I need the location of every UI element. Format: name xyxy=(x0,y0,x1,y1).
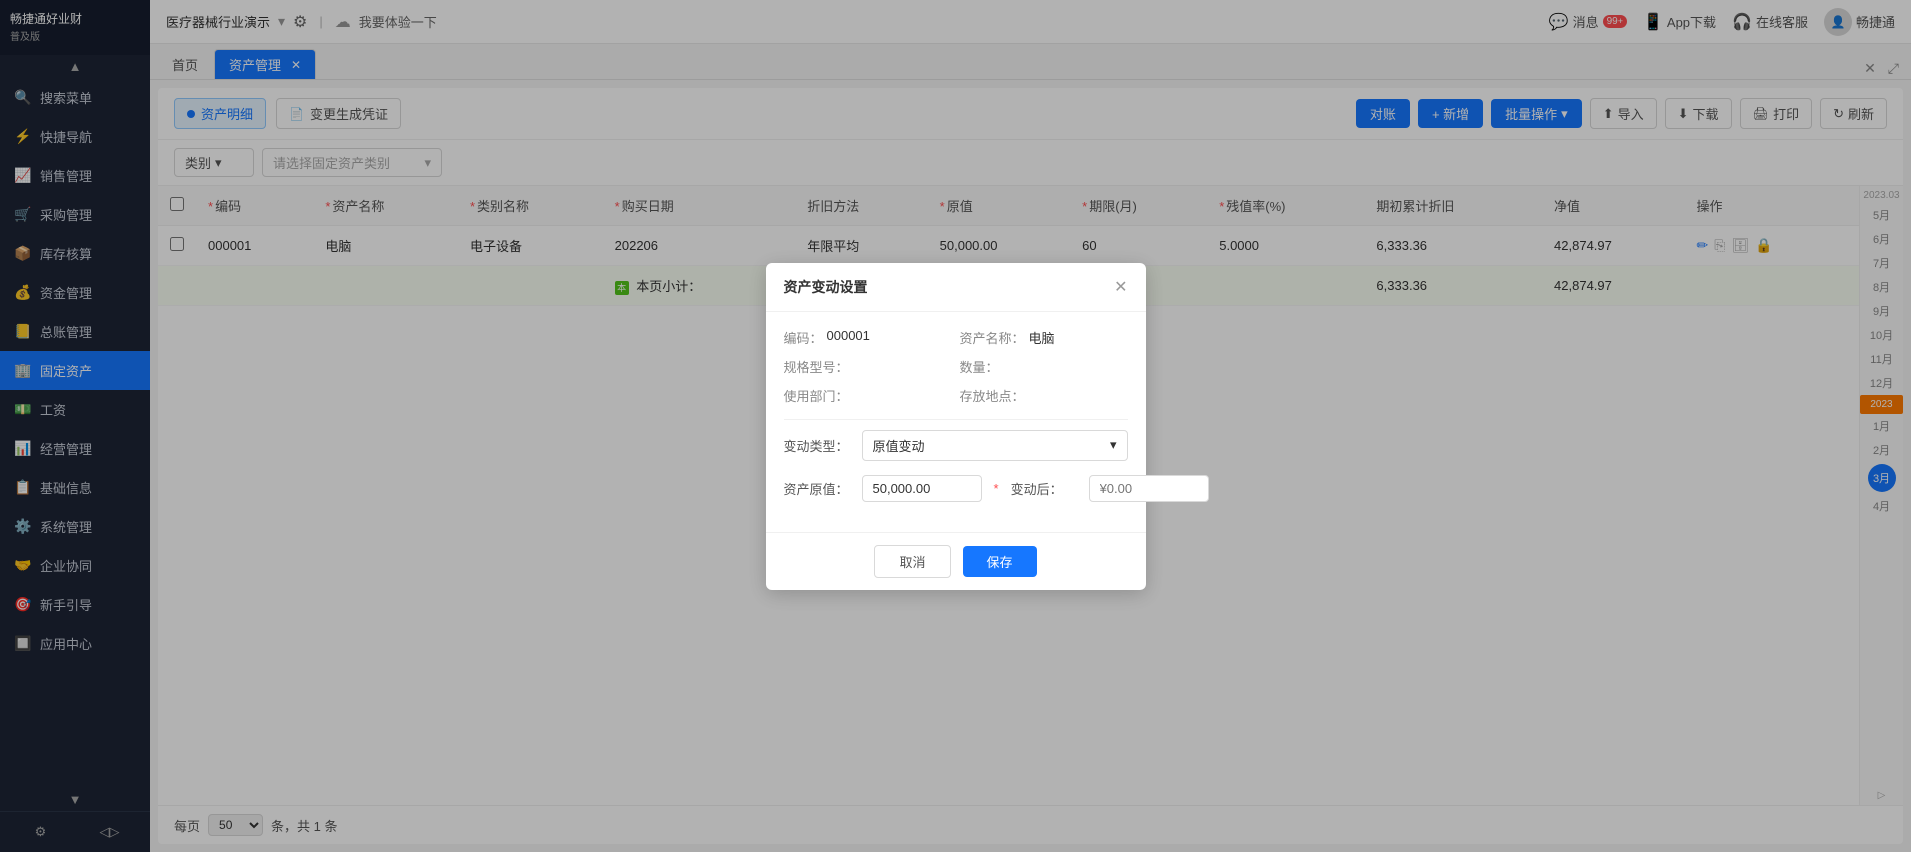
modal-quantity-item: 数量： xyxy=(960,357,1128,376)
modal-location-item: 存放地点： xyxy=(960,386,1128,405)
modal-change-type-label: 变动类型： xyxy=(784,436,854,455)
modal-cancel-btn[interactable]: 取消 xyxy=(874,545,950,578)
modal-overlay: 资产变动设置 ✕ 编码： 000001 资产名称： 电脑 规格型号： 数量： xyxy=(0,0,1911,852)
modal-asset-value-label: 资产原值： xyxy=(784,479,854,498)
modal-code-item: 编码： 000001 xyxy=(784,328,952,347)
chevron-down-icon: ▾ xyxy=(1110,437,1117,453)
modal-after-change-input[interactable] xyxy=(1089,475,1209,502)
modal-dept-label: 使用部门： xyxy=(784,386,849,405)
modal-footer: 取消 保存 xyxy=(766,532,1146,590)
modal-divider xyxy=(784,419,1128,420)
modal-location-label: 存放地点： xyxy=(960,386,1025,405)
change-type-value: 原值变动 xyxy=(873,436,925,455)
modal-spec-label: 规格型号： xyxy=(784,357,849,376)
modal-name-item: 资产名称： 电脑 xyxy=(960,328,1128,347)
modal-asset-value-input[interactable]: 50,000.00 xyxy=(862,475,982,502)
required-star: * xyxy=(994,481,999,496)
modal-spec-item: 规格型号： xyxy=(784,357,952,376)
modal-quantity-label: 数量： xyxy=(960,357,999,376)
asset-change-modal: 资产变动设置 ✕ 编码： 000001 资产名称： 电脑 规格型号： 数量： xyxy=(766,263,1146,590)
modal-code-label: 编码： xyxy=(784,328,823,347)
modal-save-btn[interactable]: 保存 xyxy=(963,546,1037,577)
modal-dept-item: 使用部门： xyxy=(784,386,952,405)
modal-name-value: 电脑 xyxy=(1029,328,1055,347)
modal-change-type-row: 变动类型： 原值变动 ▾ xyxy=(784,430,1128,461)
modal-title: 资产变动设置 xyxy=(784,277,868,297)
modal-close-btn[interactable]: ✕ xyxy=(1114,277,1127,297)
modal-value-row: 资产原值： 50,000.00 * 变动后： xyxy=(784,475,1128,502)
modal-code-value: 000001 xyxy=(827,328,870,347)
modal-after-change-label: 变动后： xyxy=(1011,479,1081,498)
modal-change-type-select[interactable]: 原值变动 ▾ xyxy=(862,430,1128,461)
modal-info-grid: 编码： 000001 资产名称： 电脑 规格型号： 数量： 使用部门： xyxy=(784,328,1128,405)
modal-body: 编码： 000001 资产名称： 电脑 规格型号： 数量： 使用部门： xyxy=(766,312,1146,532)
modal-header: 资产变动设置 ✕ xyxy=(766,263,1146,312)
modal-name-label: 资产名称： xyxy=(960,328,1025,347)
